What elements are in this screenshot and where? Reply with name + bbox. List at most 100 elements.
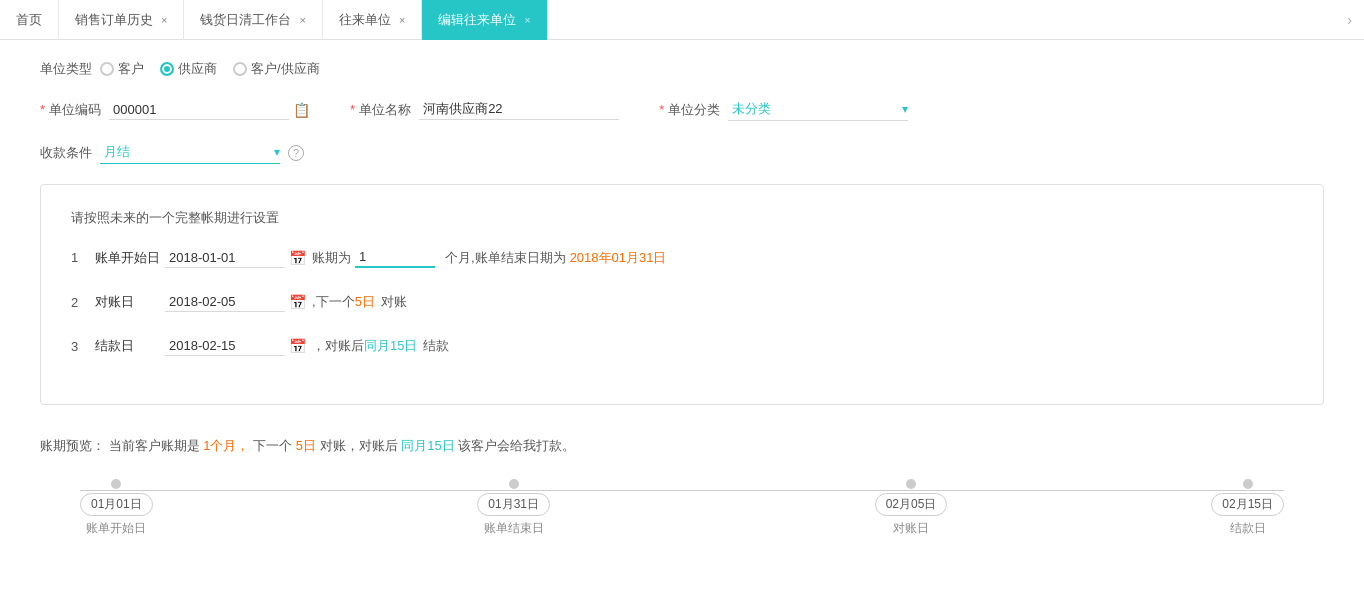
unit-category-arrow[interactable]: ▾ bbox=[902, 102, 908, 116]
period-row-2-highlight: 5日 bbox=[355, 293, 375, 311]
unit-fields-row: * 单位编码 📋 * 单位名称 * 单位分类 未分类 ▾ bbox=[40, 98, 1324, 121]
tab-contacts-label: 往来单位 bbox=[339, 11, 391, 29]
preview-label: 账期预览： bbox=[40, 438, 105, 453]
period-row-1-calendar[interactable]: 📅 bbox=[289, 250, 306, 266]
timeline-wrapper: 01月01日 账单开始日 01月31日 账单结束日 02月05日 对账日 bbox=[40, 479, 1324, 539]
radio-customer-label: 客户 bbox=[118, 60, 144, 78]
timeline-badge-1: 01月01日 bbox=[80, 493, 153, 516]
payment-terms-arrow[interactable]: ▾ bbox=[274, 145, 280, 159]
unit-name-group: * 单位名称 bbox=[350, 100, 619, 120]
timeline-label-4: 结款日 bbox=[1230, 520, 1266, 537]
timeline-dot-2 bbox=[509, 479, 519, 489]
payment-terms-label: 收款条件 bbox=[40, 144, 92, 162]
period-row-3-label: 结款日 bbox=[95, 337, 165, 355]
unit-category-group: * 单位分类 未分类 ▾ bbox=[659, 98, 908, 121]
timeline-label-1: 账单开始日 bbox=[86, 520, 146, 537]
period-months-input[interactable] bbox=[355, 247, 435, 268]
preview-highlight3: 同月15日 bbox=[401, 438, 454, 453]
unit-category-select[interactable]: 未分类 ▾ bbox=[728, 98, 908, 121]
unit-code-icon[interactable]: 📋 bbox=[293, 102, 310, 118]
timeline-dot-3 bbox=[906, 479, 916, 489]
preview-highlight2: 5日 bbox=[296, 438, 316, 453]
radio-customer-supplier[interactable]: 客户/供应商 bbox=[233, 60, 320, 78]
unit-code-input[interactable] bbox=[109, 100, 289, 120]
period-row-2-label: 对账日 bbox=[95, 293, 165, 311]
radio-customer-supplier-circle bbox=[233, 62, 247, 76]
preview-text4: 该客户会给我打款。 bbox=[458, 438, 575, 453]
tab-cash-work[interactable]: 钱货日清工作台 × bbox=[184, 0, 322, 40]
timeline-badge-3: 02月05日 bbox=[875, 493, 948, 516]
timeline-badge-2: 01月31日 bbox=[477, 493, 550, 516]
timeline-label-2: 账单结束日 bbox=[484, 520, 544, 537]
tab-sales-history-label: 销售订单历史 bbox=[75, 11, 153, 29]
period-row-3-suffix: 结款 bbox=[423, 337, 449, 355]
timeline-dot-4 bbox=[1243, 479, 1253, 489]
period-row-3-num: 3 bbox=[71, 339, 95, 354]
payment-terms-value: 月结 bbox=[100, 141, 274, 163]
period-row-1-label: 账单开始日 bbox=[95, 249, 165, 267]
period-row-2-suffix: 对账 bbox=[381, 293, 407, 311]
period-box-title: 请按照未来的一个完整帐期进行设置 bbox=[71, 209, 1293, 227]
period-row-3-calendar[interactable]: 📅 bbox=[289, 338, 306, 354]
period-row-1: 1 账单开始日 📅 账期为 个月,账单结束日期为 2018年01月31日 bbox=[71, 247, 1293, 268]
timeline-point-1: 01月01日 账单开始日 bbox=[80, 479, 153, 537]
period-row-2-date[interactable] bbox=[165, 292, 285, 312]
timeline-point-2: 01月31日 账单结束日 bbox=[477, 479, 550, 537]
period-row-2-calendar[interactable]: 📅 bbox=[289, 294, 306, 310]
radio-supplier-circle bbox=[160, 62, 174, 76]
preview-text3: 对账，对账后 bbox=[320, 438, 398, 453]
tab-scroll-right[interactable]: › bbox=[1335, 0, 1364, 40]
preview-section: 账期预览： 当前客户账期是 1个月， 下一个 5日 对账，对账后 同月15日 该… bbox=[40, 421, 1324, 547]
tab-home-label: 首页 bbox=[16, 11, 42, 29]
unit-name-label: 单位名称 bbox=[359, 101, 411, 119]
radio-supplier-label: 供应商 bbox=[178, 60, 217, 78]
tab-home[interactable]: 首页 bbox=[0, 0, 59, 40]
tab-edit-contacts-label: 编辑往来单位 bbox=[438, 11, 516, 29]
help-icon[interactable]: ? bbox=[288, 145, 304, 161]
unit-type-label: 单位类型 bbox=[40, 60, 92, 78]
tab-cash-work-label: 钱货日清工作台 bbox=[200, 11, 291, 29]
unit-type-row: 单位类型 客户 供应商 客户/供应商 bbox=[40, 60, 1324, 78]
preview-highlight1: 1个月， bbox=[203, 438, 249, 453]
radio-supplier[interactable]: 供应商 bbox=[160, 60, 217, 78]
payment-terms-select[interactable]: 月结 ▾ bbox=[100, 141, 280, 164]
arrow-right-icon: › bbox=[1347, 12, 1352, 28]
period-row-3-prefix: ，对账后 bbox=[312, 337, 364, 355]
timeline-dot-1 bbox=[111, 479, 121, 489]
period-row-1-months-label: 个月,账单结束日期为 bbox=[445, 249, 566, 267]
timeline-line bbox=[80, 490, 1284, 491]
timeline-point-3: 02月05日 对账日 bbox=[875, 479, 948, 537]
unit-category-star: * bbox=[659, 102, 664, 117]
timeline-badge-4: 02月15日 bbox=[1211, 493, 1284, 516]
payment-terms-row: 收款条件 月结 ▾ ? bbox=[40, 141, 1324, 164]
unit-type-radio-group: 客户 供应商 客户/供应商 bbox=[100, 60, 320, 78]
period-settings-box: 请按照未来的一个完整帐期进行设置 1 账单开始日 📅 账期为 个月,账单结束日期… bbox=[40, 184, 1324, 405]
unit-category-value: 未分类 bbox=[728, 98, 902, 120]
tab-edit-contacts-close[interactable]: × bbox=[524, 14, 530, 26]
tab-sales-history[interactable]: 销售订单历史 × bbox=[59, 0, 184, 40]
period-row-2-num: 2 bbox=[71, 295, 95, 310]
radio-customer[interactable]: 客户 bbox=[100, 60, 144, 78]
period-row-3-date[interactable] bbox=[165, 336, 285, 356]
period-row-3-highlight: 同月15日 bbox=[364, 337, 417, 355]
unit-name-input[interactable] bbox=[419, 100, 619, 120]
main-content: 单位类型 客户 供应商 客户/供应商 * 单位编码 📋 * 单位名称 bbox=[0, 40, 1364, 608]
tabs-bar: 首页 销售订单历史 × 钱货日清工作台 × 往来单位 × 编辑往来单位 × › bbox=[0, 0, 1364, 40]
preview-prefix: 当前客户账期是 bbox=[109, 438, 200, 453]
period-row-1-num: 1 bbox=[71, 250, 95, 265]
radio-customer-supplier-label: 客户/供应商 bbox=[251, 60, 320, 78]
tab-contacts[interactable]: 往来单位 × bbox=[323, 0, 422, 40]
tab-edit-contacts[interactable]: 编辑往来单位 × bbox=[422, 0, 547, 40]
period-row-1-prefix: 账期为 bbox=[312, 249, 351, 267]
tab-contacts-close[interactable]: × bbox=[399, 14, 405, 26]
unit-name-star: * bbox=[350, 102, 355, 117]
timeline: 01月01日 账单开始日 01月31日 账单结束日 02月05日 对账日 bbox=[80, 479, 1284, 539]
timeline-label-3: 对账日 bbox=[893, 520, 929, 537]
tab-sales-history-close[interactable]: × bbox=[161, 14, 167, 26]
radio-customer-circle bbox=[100, 62, 114, 76]
unit-code-star: * bbox=[40, 102, 45, 117]
tab-cash-work-close[interactable]: × bbox=[299, 14, 305, 26]
period-row-2-prefix: ,下一个 bbox=[312, 293, 355, 311]
period-row-1-date[interactable] bbox=[165, 248, 285, 268]
timeline-point-4: 02月15日 结款日 bbox=[1211, 479, 1284, 537]
